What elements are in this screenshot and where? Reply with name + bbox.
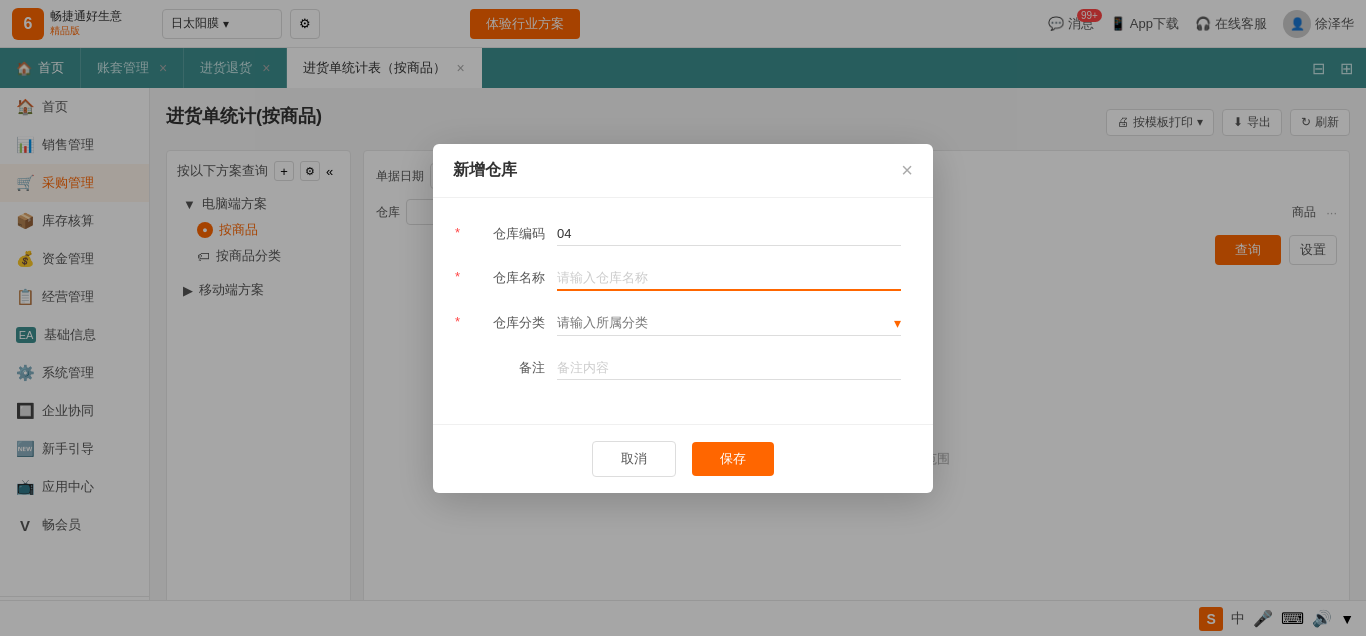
new-warehouse-modal: 新增仓库 × 仓库编码 仓库名称 仓库分类 ▾ (433, 144, 933, 493)
warehouse-name-input[interactable] (557, 266, 901, 291)
modal-title: 新增仓库 (453, 160, 517, 181)
modal-overlay[interactable]: 新增仓库 × 仓库编码 仓库名称 仓库分类 ▾ (0, 0, 1366, 636)
form-row-name: 仓库名称 (465, 266, 901, 291)
modal-header: 新增仓库 × (433, 144, 933, 198)
save-button[interactable]: 保存 (692, 442, 774, 476)
remark-label: 备注 (465, 359, 545, 377)
name-label: 仓库名称 (465, 269, 545, 287)
form-row-code: 仓库编码 (465, 222, 901, 246)
remark-input[interactable] (557, 356, 901, 380)
modal-footer: 取消 保存 (433, 424, 933, 493)
form-row-remark: 备注 (465, 356, 901, 380)
chevron-down-icon: ▾ (894, 315, 901, 331)
modal-body: 仓库编码 仓库名称 仓库分类 ▾ 备注 (433, 198, 933, 424)
code-label: 仓库编码 (465, 225, 545, 243)
category-label: 仓库分类 (465, 314, 545, 332)
modal-close-btn[interactable]: × (901, 160, 913, 180)
category-select-wrap[interactable]: ▾ (557, 311, 901, 336)
warehouse-code-input[interactable] (557, 222, 901, 246)
form-row-category: 仓库分类 ▾ (465, 311, 901, 336)
cancel-button[interactable]: 取消 (592, 441, 676, 477)
category-input[interactable] (557, 315, 894, 330)
